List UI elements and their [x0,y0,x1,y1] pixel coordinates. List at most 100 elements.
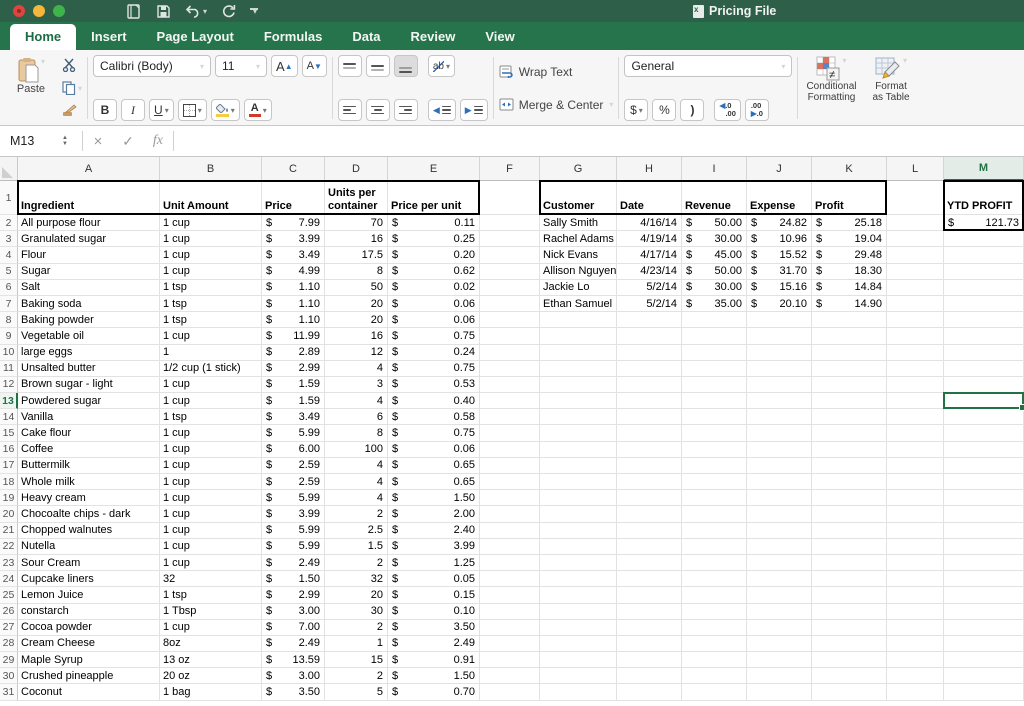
cell-K21[interactable] [812,523,887,539]
cell-I2[interactable]: $50.00 [682,215,747,231]
cell-C16[interactable]: $6.00 [262,442,325,458]
cell-E5[interactable]: $0.62 [388,264,480,280]
cell-M13[interactable] [944,393,1024,409]
cell-E19[interactable]: $1.50 [388,490,480,506]
cell-B31[interactable]: 1 bag [160,684,262,700]
cell-L3[interactable] [887,231,944,247]
row-header-17[interactable]: 17 [0,458,18,474]
cell-A31[interactable]: Coconut [18,684,160,700]
col-header-A[interactable]: A [18,157,160,181]
cell-E23[interactable]: $1.25 [388,555,480,571]
cell-C26[interactable]: $3.00 [262,604,325,620]
copy-button[interactable]: ▾ [62,79,82,97]
cell-C17[interactable]: $2.59 [262,458,325,474]
cell-D19[interactable]: 4 [325,490,388,506]
cell-E17[interactable]: $0.65 [388,458,480,474]
cell-G24[interactable] [540,571,617,587]
cell-J3[interactable]: $10.96 [747,231,812,247]
cell-G11[interactable] [540,361,617,377]
tab-data[interactable]: Data [337,24,395,50]
cell-F29[interactable] [480,652,540,668]
cell-K9[interactable] [812,328,887,344]
cut-button[interactable] [62,56,82,74]
row-header-28[interactable]: 28 [0,636,18,652]
cell-A15[interactable]: Cake flour [18,425,160,441]
format-as-table-dropdown-icon[interactable]: ▾ [903,56,907,65]
cell-J27[interactable] [747,620,812,636]
cell-C14[interactable]: $3.49 [262,409,325,425]
cell-A19[interactable]: Heavy cream [18,490,160,506]
cell-L28[interactable] [887,636,944,652]
cell-F18[interactable] [480,474,540,490]
cell-I8[interactable] [682,312,747,328]
cell-L2[interactable] [887,215,944,231]
col-header-I[interactable]: I [682,157,747,181]
cell-H22[interactable] [617,539,682,555]
cell-H28[interactable] [617,636,682,652]
cell-K26[interactable] [812,604,887,620]
zoom-button[interactable] [53,5,65,17]
cell-H1[interactable]: Date [617,181,682,215]
cell-K27[interactable] [812,620,887,636]
row-header-1[interactable]: 1 [0,181,18,215]
cell-A27[interactable]: Cocoa powder [18,620,160,636]
cell-A3[interactable]: Granulated sugar [18,231,160,247]
cell-H9[interactable] [617,328,682,344]
cell-J13[interactable] [747,393,812,409]
cell-B4[interactable]: 1 cup [160,247,262,263]
align-left-button[interactable] [338,99,362,121]
undo-dropdown-icon[interactable]: ▾ [203,7,207,16]
format-as-table-button[interactable]: ▾ Format as Table [869,55,912,121]
cell-I14[interactable] [682,409,747,425]
close-button[interactable] [13,5,25,17]
cell-K19[interactable] [812,490,887,506]
cell-M14[interactable] [944,409,1024,425]
orientation-button[interactable]: ab ▾ [428,55,455,77]
number-format-select[interactable]: General▾ [624,55,792,77]
cell-G18[interactable] [540,474,617,490]
cell-B21[interactable]: 1 cup [160,523,262,539]
cell-L5[interactable] [887,264,944,280]
cell-C12[interactable]: $1.59 [262,377,325,393]
cell-M21[interactable] [944,523,1024,539]
tab-page-layout[interactable]: Page Layout [142,24,249,50]
cell-M23[interactable] [944,555,1024,571]
cell-D12[interactable]: 3 [325,377,388,393]
toolbar-options-icon[interactable]: ▾ [250,8,258,13]
row-header-22[interactable]: 22 [0,539,18,555]
cell-L12[interactable] [887,377,944,393]
conditional-formatting-dropdown-icon[interactable]: ▾ [842,56,846,65]
cell-M9[interactable] [944,328,1024,344]
cell-J30[interactable] [747,668,812,684]
cell-G2[interactable]: Sally Smith [540,215,617,231]
cell-L31[interactable] [887,684,944,700]
cell-M10[interactable] [944,345,1024,361]
cell-F26[interactable] [480,604,540,620]
tab-insert[interactable]: Insert [76,24,141,50]
cell-I12[interactable] [682,377,747,393]
cell-B27[interactable]: 1 cup [160,620,262,636]
row-header-14[interactable]: 14 [0,409,18,425]
cell-A24[interactable]: Cupcake liners [18,571,160,587]
cell-J12[interactable] [747,377,812,393]
cell-D5[interactable]: 8 [325,264,388,280]
cell-M16[interactable] [944,442,1024,458]
cell-K7[interactable]: $14.90 [812,296,887,312]
cell-C28[interactable]: $2.49 [262,636,325,652]
cell-D27[interactable]: 2 [325,620,388,636]
cell-A29[interactable]: Maple Syrup [18,652,160,668]
decrease-indent-button[interactable]: ◀ [428,99,456,121]
cell-H18[interactable] [617,474,682,490]
cell-E29[interactable]: $0.91 [388,652,480,668]
comma-format-button[interactable]: ) [680,99,704,121]
cell-F8[interactable] [480,312,540,328]
tab-view[interactable]: View [470,24,529,50]
cell-B24[interactable]: 32 [160,571,262,587]
cell-A2[interactable]: All purpose flour [18,215,160,231]
col-header-K[interactable]: K [812,157,887,181]
cell-B18[interactable]: 1 cup [160,474,262,490]
cell-C27[interactable]: $7.00 [262,620,325,636]
cell-K23[interactable] [812,555,887,571]
cell-L22[interactable] [887,539,944,555]
cell-B29[interactable]: 13 oz [160,652,262,668]
